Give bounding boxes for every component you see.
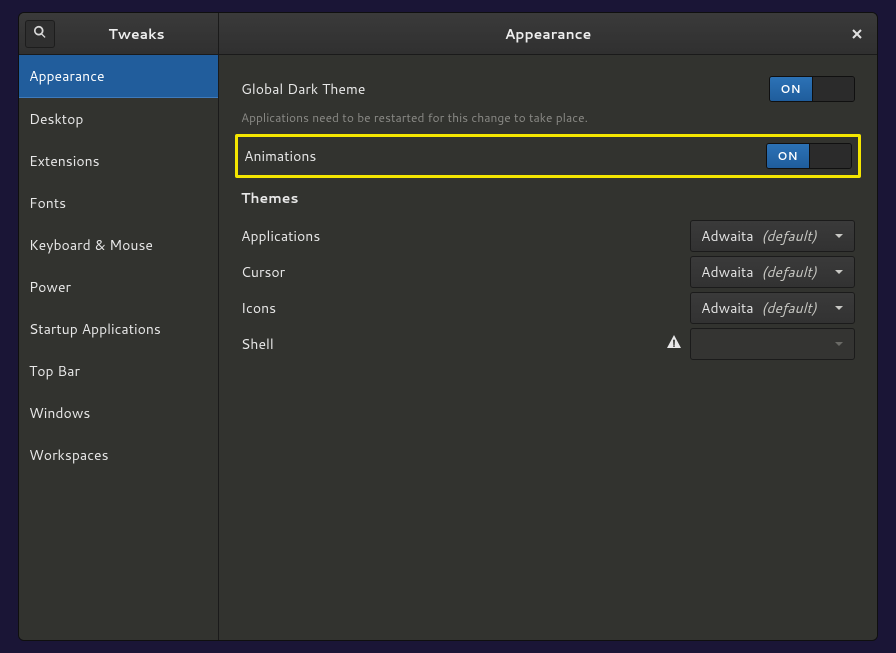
theme-cursor-combo[interactable]: Adwaita (default) xyxy=(690,256,855,288)
row-global-dark-theme: Global Dark Theme ON xyxy=(241,71,855,107)
sidebar-item-keyboard-mouse[interactable]: Keyboard & Mouse xyxy=(19,224,218,266)
headerbar: Tweaks Appearance xyxy=(19,13,877,55)
close-button[interactable] xyxy=(847,24,867,44)
row-theme-icons: Icons Adwaita (default) xyxy=(241,290,855,326)
animations-highlight: Animations ON xyxy=(235,134,861,178)
row-theme-shell: Shell xyxy=(241,326,855,362)
chevron-down-icon xyxy=(828,303,850,313)
sidebar-item-desktop[interactable]: Desktop xyxy=(19,98,218,140)
sidebar-item-startup-applications[interactable]: Startup Applications xyxy=(19,308,218,350)
content-pane: Global Dark Theme ON Applications need t… xyxy=(219,55,877,640)
switch-knob xyxy=(812,77,855,101)
combo-value: Adwaita (default) xyxy=(701,262,828,282)
theme-cursor-label: Cursor xyxy=(241,262,690,282)
sidebar-item-appearance[interactable]: Appearance xyxy=(19,55,218,98)
search-button[interactable] xyxy=(25,20,55,48)
themes-heading: Themes xyxy=(241,188,855,208)
animations-switch[interactable]: ON xyxy=(766,143,852,169)
sidebar-item-workspaces[interactable]: Workspaces xyxy=(19,434,218,476)
switch-knob xyxy=(809,144,852,168)
page-title: Appearance xyxy=(219,24,877,44)
combo-value: Adwaita (default) xyxy=(701,226,828,246)
switch-on-label: ON xyxy=(767,144,809,168)
sidebar-item-top-bar[interactable]: Top Bar xyxy=(19,350,218,392)
theme-icons-label: Icons xyxy=(241,298,690,318)
row-theme-cursor: Cursor Adwaita (default) xyxy=(241,254,855,290)
close-icon xyxy=(852,24,862,44)
global-dark-theme-switch[interactable]: ON xyxy=(769,76,855,102)
chevron-down-icon xyxy=(828,231,850,241)
sidebar-item-fonts[interactable]: Fonts xyxy=(19,182,218,224)
app-title: Tweaks xyxy=(55,24,218,44)
warning-icon xyxy=(666,334,682,355)
chevron-down-icon xyxy=(828,339,850,349)
sidebar-item-windows[interactable]: Windows xyxy=(19,392,218,434)
chevron-down-icon xyxy=(828,267,850,277)
combo-value: Adwaita (default) xyxy=(701,298,828,318)
animations-label: Animations xyxy=(244,146,766,166)
theme-applications-label: Applications xyxy=(241,226,690,246)
theme-shell-combo xyxy=(690,328,855,360)
sidebar: Appearance Desktop Extensions Fonts Keyb… xyxy=(19,55,219,640)
sidebar-item-power[interactable]: Power xyxy=(19,266,218,308)
theme-icons-combo[interactable]: Adwaita (default) xyxy=(690,292,855,324)
switch-on-label: ON xyxy=(770,77,812,101)
row-animations: Animations ON xyxy=(244,141,852,171)
tweaks-window: Tweaks Appearance Appearance Desktop Ext… xyxy=(18,12,878,641)
sidebar-item-extensions[interactable]: Extensions xyxy=(19,140,218,182)
global-dark-theme-subtext: Applications need to be restarted for th… xyxy=(241,109,855,126)
headerbar-right: Appearance xyxy=(219,13,877,55)
search-icon xyxy=(33,24,47,44)
row-theme-applications: Applications Adwaita (default) xyxy=(241,218,855,254)
theme-applications-combo[interactable]: Adwaita (default) xyxy=(690,220,855,252)
global-dark-theme-label: Global Dark Theme xyxy=(241,79,769,99)
headerbar-left: Tweaks xyxy=(19,13,219,55)
theme-shell-label: Shell xyxy=(241,334,666,354)
window-body: Appearance Desktop Extensions Fonts Keyb… xyxy=(19,55,877,640)
